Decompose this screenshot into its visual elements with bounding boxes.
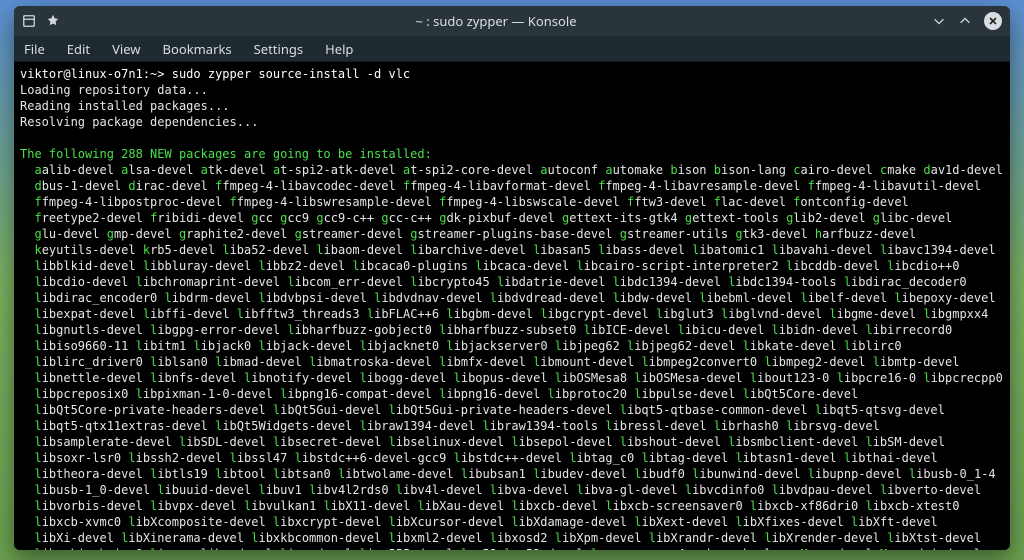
menu-bookmarks[interactable]: Bookmarks <box>163 40 232 58</box>
pin-icon[interactable] <box>46 14 60 28</box>
menu-settings[interactable]: Settings <box>254 40 303 58</box>
maximize-icon[interactable] <box>958 14 972 28</box>
menubar: File Edit View Bookmarks Settings Help <box>14 36 1010 62</box>
app-menu-icon[interactable] <box>22 14 36 28</box>
menu-edit[interactable]: Edit <box>67 40 90 58</box>
menu-file[interactable]: File <box>24 40 45 58</box>
konsole-window: ~ : sudo zypper — Konsole File Edit View… <box>14 6 1010 550</box>
titlebar: ~ : sudo zypper — Konsole <box>14 6 1010 36</box>
close-icon[interactable] <box>984 12 1002 30</box>
minimize-icon[interactable] <box>932 14 946 28</box>
terminal-output[interactable]: viktor@linux-o7n1:~> sudo zypper source-… <box>14 62 1010 550</box>
window-title: ~ : sudo zypper — Konsole <box>60 12 932 30</box>
menu-view[interactable]: View <box>112 40 140 58</box>
menu-help[interactable]: Help <box>325 40 353 58</box>
